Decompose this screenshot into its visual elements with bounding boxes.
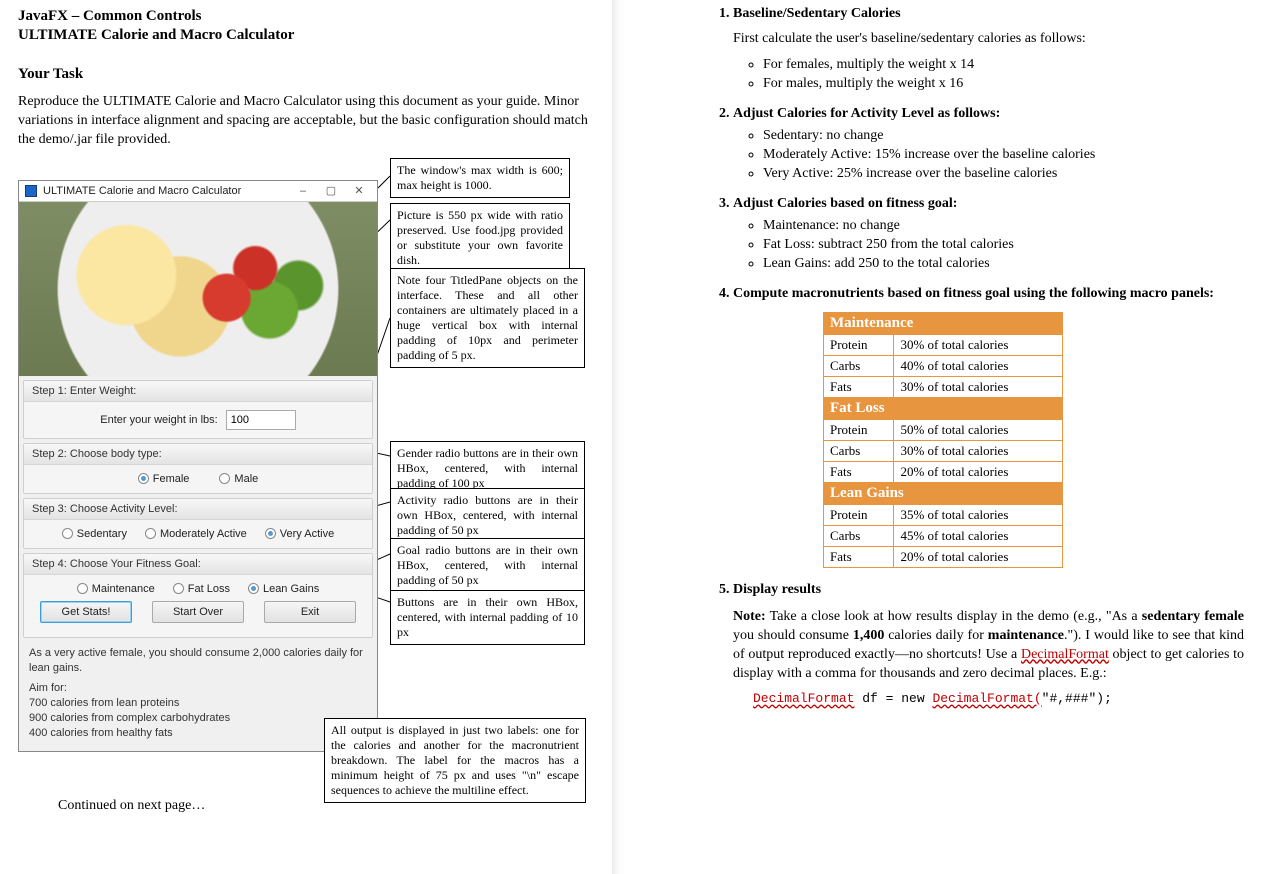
weight-input[interactable] (226, 410, 296, 430)
title-bar: ULTIMATE Calorie and Macro Calculator – … (19, 181, 377, 202)
weight-label: Enter your weight in lbs: (100, 414, 217, 426)
callout-output: All output is displayed in just two labe… (324, 718, 586, 803)
activity-sedentary: Sedentary: no change (763, 128, 1244, 144)
item-baseline: Baseline/Sedentary Calories First calcul… (733, 6, 1244, 92)
result-aim: Aim for: (29, 681, 367, 696)
baseline-female: For females, multiply the weight x 14 (763, 57, 1244, 73)
pane-step3: Step 3: Choose Activity Level: Sedentary… (23, 498, 373, 549)
baseline-desc: First calculate the user's baseline/sede… (733, 30, 1244, 49)
food-image (19, 202, 377, 376)
result-calories-line: As a very active female, you should cons… (29, 646, 367, 676)
app-title: ULTIMATE Calorie and Macro Calculator (43, 185, 241, 197)
radio-male[interactable]: Male (219, 473, 258, 485)
callout-titledpanes: Note four TitledPane objects on the inte… (390, 268, 585, 368)
callout-goal: Goal radio buttons are in their own HBox… (390, 538, 585, 593)
goal-lean: Lean Gains: add 250 to the total calorie… (763, 256, 1244, 272)
app-area: ULTIMATE Calorie and Macro Calculator – … (18, 158, 594, 768)
display-note: Note: Take a close look at how results d… (733, 608, 1244, 684)
pane-step2-header: Step 2: Choose body type: (24, 444, 372, 465)
radio-female[interactable]: Female (138, 473, 190, 485)
app-icon (25, 185, 37, 197)
close-button[interactable]: ✕ (345, 184, 373, 197)
item-goal: Adjust Calories based on fitness goal: M… (733, 196, 1244, 272)
result-fats: 400 calories from healthy fats (29, 726, 367, 741)
maximize-button[interactable]: ▢ (317, 184, 345, 197)
app-window: ULTIMATE Calorie and Macro Calculator – … (18, 180, 378, 752)
heading-javafx: JavaFX – Common Controls (18, 8, 594, 25)
result-protein: 700 calories from lean proteins (29, 696, 367, 711)
instructions-list: Baseline/Sedentary Calories First calcul… (715, 6, 1244, 706)
heading-your-task: Your Task (18, 66, 594, 83)
activity-very: Very Active: 25% increase over the basel… (763, 166, 1244, 182)
goal-fatloss: Fat Loss: subtract 250 from the total ca… (763, 237, 1244, 253)
start-over-button[interactable]: Start Over (152, 601, 244, 623)
callout-picture: Picture is 550 px wide with ratio preser… (390, 203, 570, 273)
radio-sedentary[interactable]: Sedentary (62, 528, 127, 540)
callout-activity: Activity radio buttons are in their own … (390, 488, 585, 543)
radio-very-active[interactable]: Very Active (265, 528, 334, 540)
page-divider (612, 0, 630, 874)
radio-moderate[interactable]: Moderately Active (145, 528, 247, 540)
pane-step1-header: Step 1: Enter Weight: (24, 381, 372, 402)
callout-window-size: The window's max width is 600; max heigh… (390, 158, 570, 198)
minimize-button[interactable]: – (289, 185, 317, 197)
pane-step3-header: Step 3: Choose Activity Level: (24, 499, 372, 520)
pane-step1: Step 1: Enter Weight: Enter your weight … (23, 380, 373, 439)
result-carbs: 900 calories from complex carbohydrates (29, 711, 367, 726)
macro-table: Maintenance Protein30% of total calories… (823, 312, 1063, 568)
code-sample: DecimalFormat df = new DecimalFormat("#,… (753, 691, 1244, 706)
callout-buttons: Buttons are in their own HBox, centered,… (390, 590, 585, 645)
pane-step4: Step 4: Choose Your Fitness Goal: Mainte… (23, 553, 373, 638)
baseline-male: For males, multiply the weight x 16 (763, 76, 1244, 92)
heading-subtitle: ULTIMATE Calorie and Macro Calculator (18, 27, 594, 44)
item-activity: Adjust Calories for Activity Level as fo… (733, 106, 1244, 182)
radio-fat-loss[interactable]: Fat Loss (173, 583, 230, 595)
pane-step4-header: Step 4: Choose Your Fitness Goal: (24, 554, 372, 575)
activity-moderate: Moderately Active: 15% increase over the… (763, 147, 1244, 163)
page-container: JavaFX – Common Controls ULTIMATE Calori… (0, 0, 1272, 874)
radio-lean-gains[interactable]: Lean Gains (248, 583, 319, 595)
hdr-maintenance: Maintenance (824, 312, 1063, 334)
task-paragraph: Reproduce the ULTIMATE Calorie and Macro… (18, 93, 594, 150)
radio-maintenance[interactable]: Maintenance (77, 583, 155, 595)
left-column: JavaFX – Common Controls ULTIMATE Calori… (0, 0, 612, 874)
get-stats-button[interactable]: Get Stats! (40, 601, 132, 623)
right-column: Baseline/Sedentary Calories First calcul… (630, 0, 1272, 874)
hdr-fatloss: Fat Loss (824, 397, 1063, 419)
hdr-lean: Lean Gains (824, 482, 1063, 504)
item-macros: Compute macronutrients based on fitness … (733, 286, 1244, 568)
exit-button[interactable]: Exit (264, 601, 356, 623)
item-display: Display results Note: Take a close look … (733, 582, 1244, 707)
goal-maintenance: Maintenance: no change (763, 218, 1244, 234)
pane-step2: Step 2: Choose body type: Female Male (23, 443, 373, 494)
